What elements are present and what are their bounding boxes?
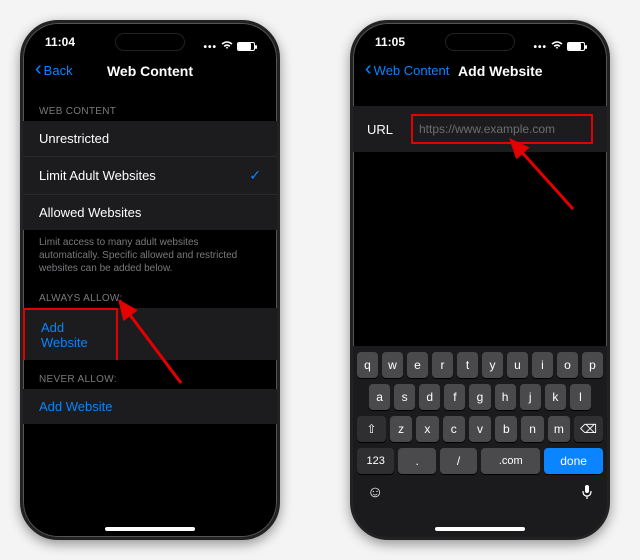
key-slash[interactable]: /	[440, 448, 477, 474]
phone-right-add-website: 11:05 Web Content Add Website URL q w	[350, 20, 610, 540]
key-d[interactable]: d	[419, 384, 440, 410]
back-label: Web Content	[374, 63, 450, 78]
always-allow-group: Add Website	[23, 308, 277, 360]
phone-left-web-content: 11:04 Back Web Content WEB CONTENT Unres…	[20, 20, 280, 540]
checkmark-icon: ✓	[249, 167, 261, 184]
never-allow-group: Add Website	[23, 389, 277, 424]
dynamic-island	[115, 33, 185, 51]
back-button[interactable]: Web Content	[365, 63, 449, 78]
url-input[interactable]	[413, 116, 591, 142]
cellular-icon	[203, 39, 217, 53]
key-123[interactable]: 123	[357, 448, 394, 474]
key-r[interactable]: r	[432, 352, 453, 378]
key-period[interactable]: .	[398, 448, 435, 474]
key-j[interactable]: j	[520, 384, 541, 410]
clock: 11:05	[375, 35, 405, 57]
key-g[interactable]: g	[469, 384, 490, 410]
url-field-highlight	[411, 114, 593, 144]
keyboard: q w e r t y u i o p a s d f g h j k l ⇧ …	[353, 346, 607, 537]
key-y[interactable]: y	[482, 352, 503, 378]
annotation-arrow	[503, 141, 583, 226]
option-unrestricted[interactable]: Unrestricted	[23, 121, 277, 157]
chevron-left-icon	[365, 63, 372, 78]
clock: 11:04	[45, 35, 75, 57]
key-o[interactable]: o	[557, 352, 578, 378]
key-k[interactable]: k	[545, 384, 566, 410]
keyboard-bottom: ☺	[357, 480, 603, 503]
url-label: URL	[367, 122, 399, 137]
back-label: Back	[44, 63, 73, 78]
section-header-web-content: WEB CONTENT	[23, 92, 277, 121]
key-e[interactable]: e	[407, 352, 428, 378]
key-dotcom[interactable]: .com	[481, 448, 540, 474]
key-b[interactable]: b	[495, 416, 517, 442]
key-m[interactable]: m	[548, 416, 570, 442]
url-row: URL	[353, 106, 607, 152]
key-w[interactable]: w	[382, 352, 403, 378]
restriction-options: Unrestricted Limit Adult Websites✓ Allow…	[23, 121, 277, 230]
add-website-always-allow[interactable]: Add Website	[23, 308, 118, 360]
battery-icon	[237, 42, 255, 51]
option-allowed[interactable]: Allowed Websites	[23, 195, 277, 230]
section-header-always-allow: ALWAYS ALLOW:	[23, 279, 277, 308]
navbar: Web Content Add Website	[353, 57, 607, 88]
key-i[interactable]: i	[532, 352, 553, 378]
chevron-left-icon	[35, 63, 42, 78]
key-c[interactable]: c	[443, 416, 465, 442]
key-s[interactable]: s	[394, 384, 415, 410]
key-n[interactable]: n	[521, 416, 543, 442]
key-u[interactable]: u	[507, 352, 528, 378]
key-row-2: a s d f g h j k l	[357, 384, 603, 410]
key-h[interactable]: h	[495, 384, 516, 410]
home-indicator	[105, 527, 195, 531]
dynamic-island	[445, 33, 515, 51]
key-a[interactable]: a	[369, 384, 390, 410]
page-title: Add Website	[458, 63, 543, 79]
key-row-3: ⇧ z x c v b n m ⌫	[357, 416, 603, 442]
key-f[interactable]: f	[444, 384, 465, 410]
back-button[interactable]: Back	[35, 63, 73, 78]
status-icons	[533, 35, 585, 57]
key-t[interactable]: t	[457, 352, 478, 378]
cellular-icon	[533, 39, 547, 53]
content: WEB CONTENT Unrestricted Limit Adult Web…	[23, 88, 277, 424]
option-limit-adult[interactable]: Limit Adult Websites✓	[23, 157, 277, 195]
key-row-4: 123 . / .com done	[357, 448, 603, 474]
key-shift[interactable]: ⇧	[357, 416, 386, 442]
key-x[interactable]: x	[416, 416, 438, 442]
emoji-button[interactable]: ☺	[367, 484, 383, 503]
key-q[interactable]: q	[357, 352, 378, 378]
key-p[interactable]: p	[582, 352, 603, 378]
section-header-never-allow: NEVER ALLOW:	[23, 360, 277, 389]
key-l[interactable]: l	[570, 384, 591, 410]
key-backspace[interactable]: ⌫	[574, 416, 603, 442]
status-icons	[203, 35, 255, 57]
key-z[interactable]: z	[390, 416, 412, 442]
battery-icon	[567, 42, 585, 51]
dictation-button[interactable]	[581, 484, 593, 503]
content: URL	[353, 88, 607, 152]
key-done[interactable]: done	[544, 448, 603, 474]
section-footer: Limit access to many adult websites auto…	[23, 230, 277, 279]
wifi-icon	[551, 39, 563, 53]
add-website-never-allow[interactable]: Add Website	[23, 389, 277, 424]
wifi-icon	[221, 39, 233, 53]
navbar: Back Web Content	[23, 57, 277, 88]
page-title: Web Content	[107, 63, 193, 79]
key-row-1: q w e r t y u i o p	[357, 352, 603, 378]
key-v[interactable]: v	[469, 416, 491, 442]
home-indicator	[435, 527, 525, 531]
